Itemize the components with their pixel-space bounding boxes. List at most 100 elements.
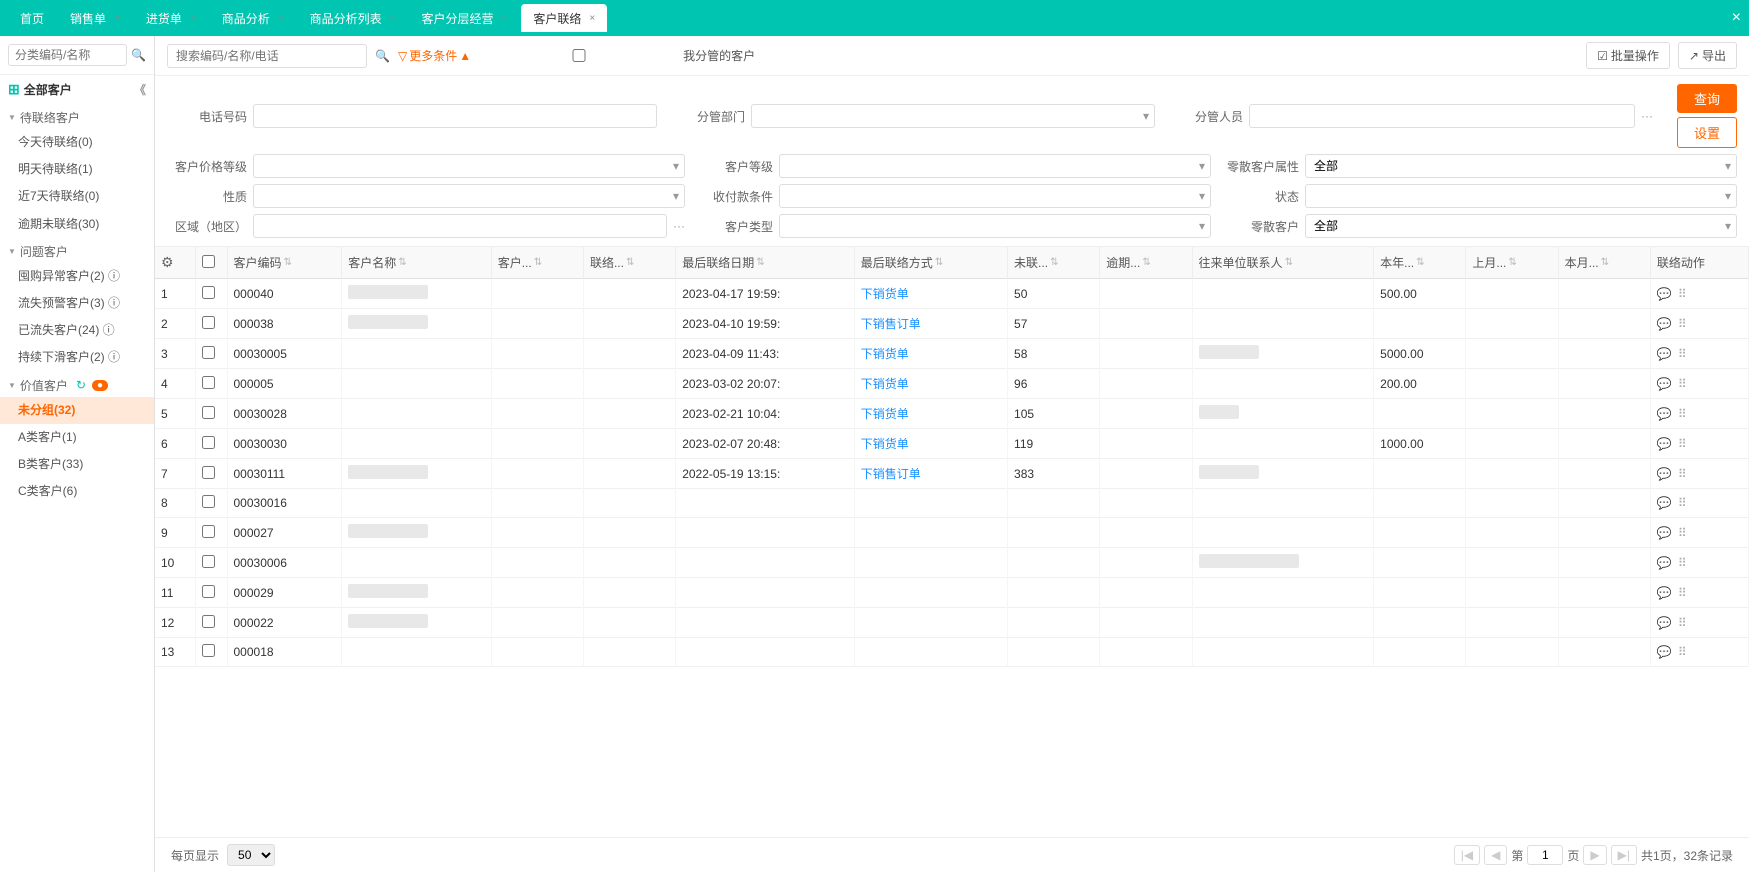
- more-action-icon[interactable]: ⠿: [1678, 496, 1687, 510]
- row-checkbox[interactable]: [202, 644, 215, 657]
- region-input[interactable]: [253, 214, 667, 238]
- manager-input[interactable]: [1249, 104, 1635, 128]
- customer-type-select[interactable]: [779, 214, 1211, 238]
- all-customers-header[interactable]: ⊞ 全部客户 《: [0, 75, 154, 104]
- row-checkbox[interactable]: [202, 525, 215, 538]
- sidebar-item-abnormal[interactable]: 囤购异常客户(2) ⓘ: [0, 263, 154, 290]
- chat-icon[interactable]: 💬: [1657, 377, 1672, 391]
- row-checkbox[interactable]: [202, 555, 215, 568]
- select-all-checkbox[interactable]: [202, 255, 215, 268]
- tab-goods-analysis[interactable]: 商品分析 ×: [210, 4, 296, 32]
- next-page-button[interactable]: ▶: [1583, 845, 1606, 865]
- row-checkbox[interactable]: [202, 406, 215, 419]
- search-input[interactable]: [167, 44, 367, 68]
- last-method-link[interactable]: 下销售订单: [861, 467, 921, 481]
- last-method-link[interactable]: 下销货单: [861, 377, 909, 391]
- value-refresh-icon[interactable]: ↻: [76, 378, 86, 392]
- chat-icon[interactable]: 💬: [1657, 407, 1672, 421]
- th-last-month-sort-icon[interactable]: ⇅: [1508, 257, 1516, 268]
- sidebar-item-class-b[interactable]: B类客户(33): [0, 451, 154, 478]
- chat-icon[interactable]: 💬: [1657, 287, 1672, 301]
- last-method-link[interactable]: 下销货单: [861, 347, 909, 361]
- tab-customer-segment[interactable]: 客户分层经营 ×: [409, 4, 519, 32]
- more-action-icon[interactable]: ⠿: [1678, 287, 1687, 301]
- manager-dots-icon[interactable]: ···: [1641, 109, 1653, 123]
- query-button[interactable]: 查询: [1677, 84, 1737, 113]
- tab-goods-list-close[interactable]: ×: [390, 13, 396, 24]
- th-contact-sort-icon[interactable]: ⇅: [626, 257, 634, 268]
- tab-customer-contact-close[interactable]: ×: [589, 13, 595, 24]
- first-page-button[interactable]: |◀: [1454, 845, 1480, 865]
- retail-customer-select[interactable]: 全部: [1305, 214, 1737, 238]
- sidebar-item-churned[interactable]: 已流失客户(24) ⓘ: [0, 317, 154, 344]
- sidebar-item-class-c[interactable]: C类客户(6): [0, 478, 154, 505]
- th-this-year-sort-icon[interactable]: ⇅: [1416, 257, 1424, 268]
- tab-purchase[interactable]: 进货单 ×: [134, 4, 208, 32]
- my-customers-checkbox-label[interactable]: 我分管的客户: [479, 47, 755, 64]
- th-unit-contact-sort-icon[interactable]: ⇅: [1285, 257, 1293, 268]
- row-checkbox[interactable]: [202, 376, 215, 389]
- tab-sales-close[interactable]: ×: [114, 13, 120, 24]
- payment-select[interactable]: [779, 184, 1211, 208]
- chat-icon[interactable]: 💬: [1657, 526, 1672, 540]
- retail-attr-select[interactable]: 全部: [1305, 154, 1737, 178]
- sidebar-item-class-a[interactable]: A类客户(1): [0, 424, 154, 451]
- more-action-icon[interactable]: ⠿: [1678, 526, 1687, 540]
- sidebar-item-overdue-pending[interactable]: 逾期未联络(30): [0, 211, 154, 238]
- more-action-icon[interactable]: ⠿: [1678, 317, 1687, 331]
- row-checkbox[interactable]: [202, 615, 215, 628]
- th-this-month-sort-icon[interactable]: ⇅: [1601, 257, 1609, 268]
- search-icon[interactable]: 🔍: [375, 49, 390, 63]
- th-uncontacted-sort-icon[interactable]: ⇅: [1050, 257, 1058, 268]
- more-action-icon[interactable]: ⠿: [1678, 586, 1687, 600]
- last-page-button[interactable]: ▶|: [1611, 845, 1637, 865]
- row-checkbox[interactable]: [202, 436, 215, 449]
- phone-input[interactable]: [253, 104, 657, 128]
- chat-icon[interactable]: 💬: [1657, 616, 1672, 630]
- my-customers-checkbox[interactable]: [479, 49, 679, 62]
- last-method-link[interactable]: 下销货单: [861, 437, 909, 451]
- tab-customer-contact[interactable]: 客户联络 ×: [521, 4, 607, 32]
- th-last-method-sort-icon[interactable]: ⇅: [935, 257, 943, 268]
- row-checkbox[interactable]: [202, 346, 215, 359]
- sidebar-item-churn-warning[interactable]: 流失预警客户(3) ⓘ: [0, 290, 154, 317]
- more-action-icon[interactable]: ⠿: [1678, 347, 1687, 361]
- customer-level-select[interactable]: [779, 154, 1211, 178]
- value-group-label[interactable]: ▼ 价值客户 ↻ ●: [0, 372, 154, 397]
- tab-purchase-close[interactable]: ×: [190, 13, 196, 24]
- export-button[interactable]: ↗ 导出: [1678, 42, 1737, 69]
- th-last-date-sort-icon[interactable]: ⇅: [756, 257, 764, 268]
- status-select[interactable]: [1305, 184, 1737, 208]
- th-name-sort-icon[interactable]: ⇅: [398, 257, 406, 268]
- region-dots-icon[interactable]: ···: [673, 219, 685, 233]
- nature-select[interactable]: [253, 184, 685, 208]
- row-checkbox[interactable]: [202, 585, 215, 598]
- more-action-icon[interactable]: ⠿: [1678, 556, 1687, 570]
- settings-gear-icon[interactable]: ⚙: [161, 254, 174, 270]
- tab-customer-segment-close[interactable]: ×: [501, 13, 507, 24]
- row-checkbox[interactable]: [202, 495, 215, 508]
- sort-icon[interactable]: ⇅: [284, 257, 292, 268]
- reset-button[interactable]: 设置: [1677, 117, 1737, 148]
- chat-icon[interactable]: 💬: [1657, 317, 1672, 331]
- last-method-link[interactable]: 下销货单: [861, 287, 909, 301]
- collapse-icon[interactable]: 《: [134, 81, 146, 98]
- problem-group-label[interactable]: ▼ 问题客户: [0, 238, 154, 263]
- sidebar-item-tomorrow-pending[interactable]: 明天待联络(1): [0, 156, 154, 183]
- chat-icon[interactable]: 💬: [1657, 496, 1672, 510]
- dept-select[interactable]: [751, 104, 1155, 128]
- sidebar-item-declining[interactable]: 持续下滑客户(2) ⓘ: [0, 344, 154, 371]
- th-overdue-sort-icon[interactable]: ⇅: [1142, 257, 1150, 268]
- tab-goods-analysis-close[interactable]: ×: [278, 13, 284, 24]
- more-action-icon[interactable]: ⠿: [1678, 407, 1687, 421]
- chat-icon[interactable]: 💬: [1657, 645, 1672, 659]
- batch-op-button[interactable]: ☑ 批量操作: [1586, 42, 1670, 69]
- pending-group-label[interactable]: ▼ 待联络客户: [0, 104, 154, 129]
- more-action-icon[interactable]: ⠿: [1678, 377, 1687, 391]
- more-action-icon[interactable]: ⠿: [1678, 616, 1687, 630]
- th-type-sort-icon[interactable]: ⇅: [534, 257, 542, 268]
- chat-icon[interactable]: 💬: [1657, 467, 1672, 481]
- tab-goods-list[interactable]: 商品分析列表 ×: [298, 4, 408, 32]
- sidebar-search-icon[interactable]: 🔍: [131, 48, 146, 62]
- more-action-icon[interactable]: ⠿: [1678, 467, 1687, 481]
